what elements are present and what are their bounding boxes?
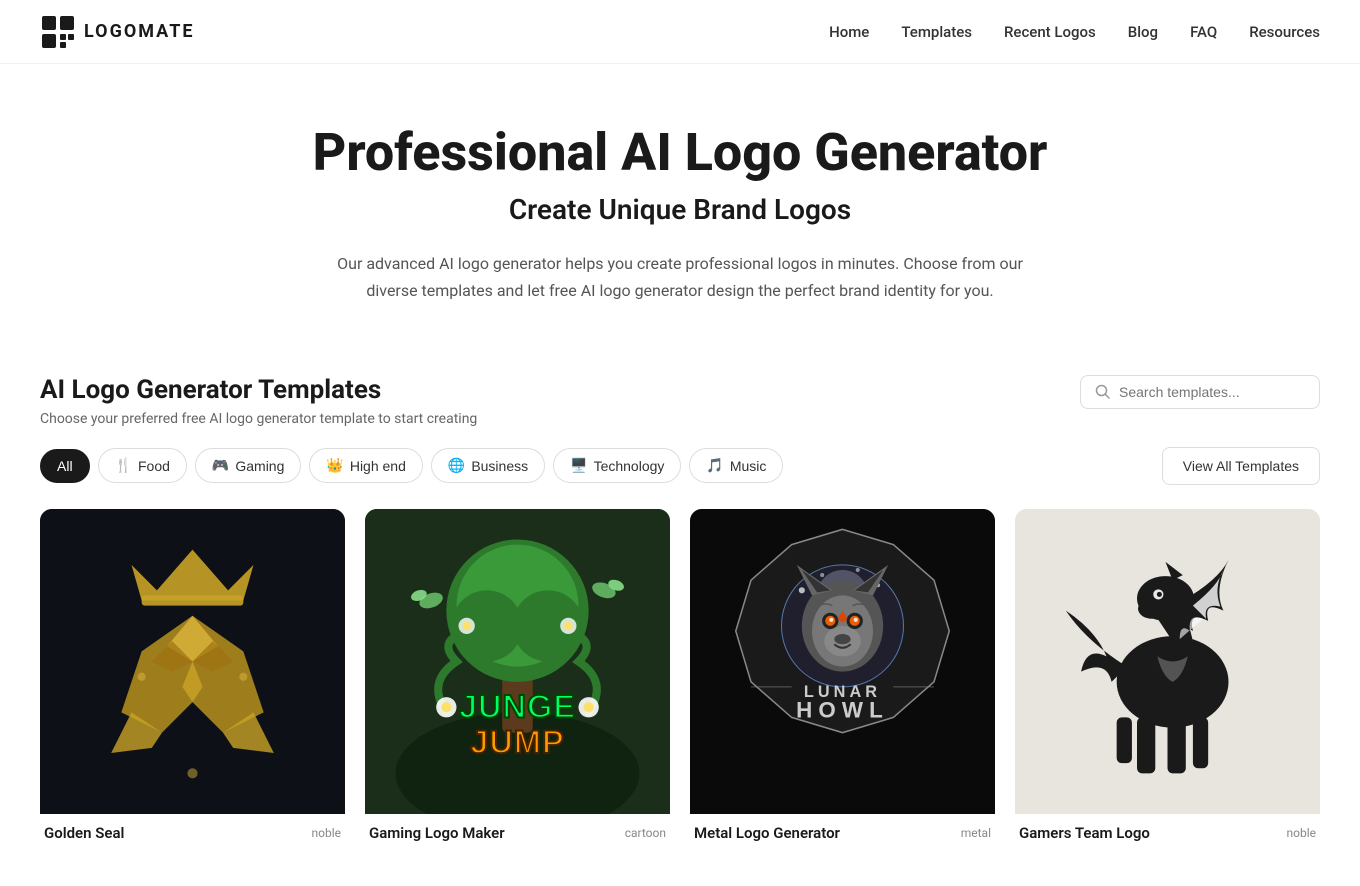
card-info-gamers: Gamers Team Logo noble (1015, 814, 1320, 846)
food-icon: 🍴 (115, 457, 132, 474)
nav-home[interactable]: Home (829, 23, 869, 41)
logo[interactable]: LOGOMATE (40, 14, 194, 50)
template-grid: Golden Seal noble (40, 509, 1320, 846)
template-card-gaming[interactable]: JUNGE JUMP Gaming Logo Maker cartoon (365, 509, 670, 846)
music-icon: 🎵 (706, 457, 723, 474)
card-title-metal: Metal Logo Generator (694, 824, 840, 842)
card-tag-golden: noble (312, 826, 342, 840)
logo-text: LOGOMATE (84, 21, 194, 42)
card-image-metal: LUNAR HOWL (690, 509, 995, 814)
business-icon: 🌐 (448, 457, 465, 474)
filter-music[interactable]: 🎵 Music (689, 448, 783, 483)
template-card-gamers[interactable]: Gamers Team Logo noble (1015, 509, 1320, 846)
highend-icon: 👑 (326, 457, 343, 474)
card-image-gamers (1015, 509, 1320, 814)
svg-text:JUNGE: JUNGE (459, 688, 576, 724)
gamers-team-logo (1015, 509, 1320, 814)
card-tag-gaming: cartoon (625, 826, 666, 840)
search-box[interactable] (1080, 375, 1320, 409)
card-image-golden (40, 509, 345, 814)
gaming-logo: JUNGE JUMP (365, 509, 670, 814)
hero-subtitle: Create Unique Brand Logos (40, 193, 1320, 226)
hero-section: Professional AI Logo Generator Create Un… (0, 64, 1360, 355)
svg-text:JUMP: JUMP (470, 724, 564, 760)
filter-technology[interactable]: 🖥️ Technology (553, 448, 681, 483)
metal-logo: LUNAR HOWL (690, 509, 995, 814)
template-card-golden[interactable]: Golden Seal noble (40, 509, 345, 846)
hero-title: Professional AI Logo Generator (40, 124, 1320, 181)
filter-bar: All 🍴 Food 🎮 Gaming 👑 High end 🌐 Busines… (40, 447, 1320, 485)
navbar: LOGOMATE Home Templates Recent Logos Blo… (0, 0, 1360, 64)
card-image-gaming: JUNGE JUMP (365, 509, 670, 814)
card-info-golden: Golden Seal noble (40, 814, 345, 846)
nav-recent-logos[interactable]: Recent Logos (1004, 23, 1096, 41)
nav-faq[interactable]: FAQ (1190, 23, 1217, 41)
nav-resources[interactable]: Resources (1249, 23, 1320, 41)
filter-food[interactable]: 🍴 Food (98, 448, 187, 483)
nav-blog[interactable]: Blog (1128, 23, 1158, 41)
gaming-icon: 🎮 (212, 457, 229, 474)
template-card-metal[interactable]: LUNAR HOWL Metal Logo Generator metal (690, 509, 995, 846)
card-title-golden: Golden Seal (44, 824, 124, 842)
logo-icon (40, 14, 76, 50)
nav-links: Home Templates Recent Logos Blog FAQ Res… (829, 22, 1320, 41)
card-tag-gamers: noble (1287, 826, 1317, 840)
card-title-gamers: Gamers Team Logo (1019, 824, 1150, 842)
card-info-metal: Metal Logo Generator metal (690, 814, 995, 846)
golden-seal-logo (40, 509, 345, 814)
technology-icon: 🖥️ (570, 457, 587, 474)
search-input[interactable] (1119, 384, 1305, 400)
filter-business[interactable]: 🌐 Business (431, 448, 545, 483)
card-info-gaming: Gaming Logo Maker cartoon (365, 814, 670, 846)
filter-highend[interactable]: 👑 High end (309, 448, 422, 483)
section-title: AI Logo Generator Templates (40, 375, 477, 405)
filter-all[interactable]: All (40, 449, 90, 483)
hero-description: Our advanced AI logo generator helps you… (320, 250, 1040, 304)
section-subtitle: Choose your preferred free AI logo gener… (40, 411, 477, 427)
svg-text:HOWL: HOWL (796, 697, 889, 722)
view-all-button[interactable]: View All Templates (1162, 447, 1320, 485)
search-icon (1095, 384, 1111, 400)
templates-section: AI Logo Generator Templates Choose your … (0, 355, 1360, 886)
filter-gaming[interactable]: 🎮 Gaming (195, 448, 301, 483)
section-title-block: AI Logo Generator Templates Choose your … (40, 375, 477, 427)
card-tag-metal: metal (961, 826, 991, 840)
section-header: AI Logo Generator Templates Choose your … (40, 375, 1320, 427)
nav-templates[interactable]: Templates (901, 23, 972, 41)
card-title-gaming: Gaming Logo Maker (369, 824, 505, 842)
